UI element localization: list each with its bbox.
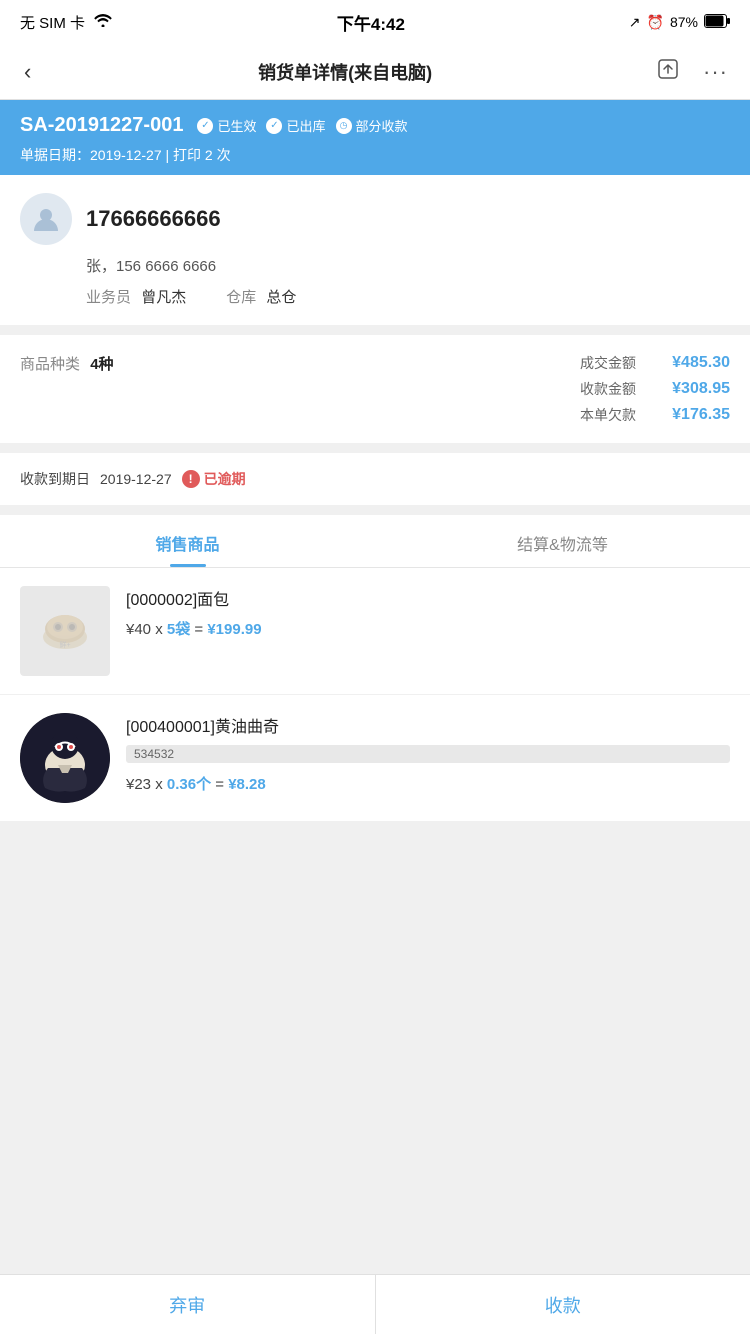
type-value: 4种 [90, 356, 113, 373]
overdue-icon: ! [182, 470, 200, 488]
tabs-section: 销售商品 结算&物流等 [0, 515, 750, 568]
product-image-bread: 鲜+ [20, 586, 110, 676]
salesperson-label: 业务员 [86, 289, 131, 306]
customer-meta: 业务员 曾凡杰 仓库 总仓 [20, 286, 730, 307]
type-label: 商品种类 [20, 356, 80, 373]
deal-row: 成交金额 ¥485.30 [580, 353, 730, 373]
nav-bar: ‹ 销货单详情(来自电脑) ··· [0, 44, 750, 100]
products-section: 鲜+ [0000002]面包 ¥40 x 5袋 = ¥199.99 [0, 568, 750, 822]
deal-value: ¥485.30 [650, 354, 730, 372]
stats-section: 商品种类 4种 成交金额 ¥485.30 收款金额 ¥308.95 本单欠款 ¥… [0, 335, 750, 443]
customer-contact: 张，156 6666 6666 [20, 255, 730, 276]
customer-name: 17666666666 [86, 206, 221, 232]
product-info-bread: [0000002]面包 ¥40 x 5袋 = ¥199.99 [126, 586, 730, 639]
due-date: 2019-12-27 [100, 471, 172, 487]
receipt-value: ¥308.95 [650, 380, 730, 398]
avatar [20, 193, 72, 245]
debt-value: ¥176.35 [650, 406, 730, 424]
receipt-label: 收款金额 [580, 379, 636, 399]
order-id: SA-20191227-001 [20, 114, 183, 137]
product-total-cookie: ¥8.28 [228, 776, 266, 793]
svg-text:鲜+: 鲜+ [59, 640, 70, 649]
cancel-button[interactable]: 弃审 [0, 1275, 376, 1334]
badge-partial-receipt: ◷ 部分收款 [336, 116, 408, 135]
status-bar-time: 下午4:42 [337, 10, 405, 35]
product-name-cookie: [000400001]黄油曲奇 [126, 713, 730, 737]
product-name-bread: [0000002]面包 [126, 586, 730, 610]
tab-sales[interactable]: 销售商品 [0, 515, 375, 567]
confirm-button[interactable]: 收款 [376, 1275, 750, 1334]
warehouse-value: 总仓 [266, 289, 296, 306]
badge-delivered: ✓ 已出库 [266, 116, 325, 135]
battery-icon [704, 14, 730, 31]
product-qty-bread: 5袋 [167, 621, 190, 638]
overdue-badge: ! 已逾期 [182, 469, 246, 489]
status-bar: 无 SIM 卡 下午4:42 ↗ ⏰ 87% [0, 0, 750, 44]
status-bar-right: ↗ ⏰ 87% [629, 14, 730, 31]
badges: ✓ 已生效 ✓ 已出库 ◷ 部分收款 [197, 116, 407, 135]
header-banner: SA-20191227-001 ✓ 已生效 ✓ 已出库 ◷ 部分收款 单据日期：… [0, 100, 750, 175]
more-icon[interactable]: ··· [697, 53, 734, 91]
list-item: [000400001]黄油曲奇 534532 ¥23 x 0.36个 = ¥8.… [0, 695, 750, 822]
product-info-cookie: [000400001]黄油曲奇 534532 ¥23 x 0.36个 = ¥8.… [126, 713, 730, 794]
badge-effective: ✓ 已生效 [197, 116, 256, 135]
page-title: 销货单详情(来自电脑) [258, 59, 432, 85]
debt-row: 本单欠款 ¥176.35 [580, 405, 730, 425]
warehouse-label: 仓库 [226, 289, 256, 306]
nav-actions: ··· [651, 52, 734, 92]
bottom-bar: 弃审 收款 [0, 1274, 750, 1334]
status-bar-left: 无 SIM 卡 [20, 12, 113, 33]
overdue-label: 已逾期 [204, 469, 246, 489]
product-image-cookie [20, 713, 110, 803]
battery-text: 87% [670, 14, 698, 30]
debt-label: 本单欠款 [580, 405, 636, 425]
wifi-icon [93, 13, 113, 31]
tabs: 销售商品 结算&物流等 [0, 515, 750, 568]
product-price-cookie: ¥23 x 0.36个 = ¥8.28 [126, 773, 730, 794]
receipt-row: 收款金额 ¥308.95 [580, 379, 730, 399]
due-label: 收款到期日 [20, 469, 90, 489]
stats-left: 商品种类 4种 [20, 353, 114, 374]
location-icon: ↗ [629, 14, 641, 31]
back-button[interactable]: ‹ [16, 51, 39, 93]
deal-label: 成交金额 [580, 353, 636, 373]
check-icon-2: ✓ [266, 118, 282, 134]
header-date: 单据日期：2019-12-27 | 打印 2 次 [20, 145, 730, 165]
tab-settlement[interactable]: 结算&物流等 [375, 515, 750, 567]
product-total-bread: ¥199.99 [207, 621, 261, 638]
stats-right: 成交金额 ¥485.30 收款金额 ¥308.95 本单欠款 ¥176.35 [580, 353, 730, 425]
product-qty-cookie: 0.36个 [167, 776, 211, 793]
due-section: 收款到期日 2019-12-27 ! 已逾期 [0, 453, 750, 505]
list-item: 鲜+ [0000002]面包 ¥40 x 5袋 = ¥199.99 [0, 568, 750, 695]
clock-icon: ◷ [336, 118, 352, 134]
salesperson-value: 曾凡杰 [141, 289, 186, 306]
share-icon[interactable] [651, 52, 685, 92]
carrier-text: 无 SIM 卡 [20, 12, 85, 33]
alarm-icon: ⏰ [647, 14, 664, 31]
customer-section: 17666666666 张，156 6666 6666 业务员 曾凡杰 仓库 总… [0, 175, 750, 325]
product-price-bread: ¥40 x 5袋 = ¥199.99 [126, 618, 730, 639]
product-tag-cookie: 534532 [126, 745, 730, 763]
check-icon-1: ✓ [197, 118, 213, 134]
